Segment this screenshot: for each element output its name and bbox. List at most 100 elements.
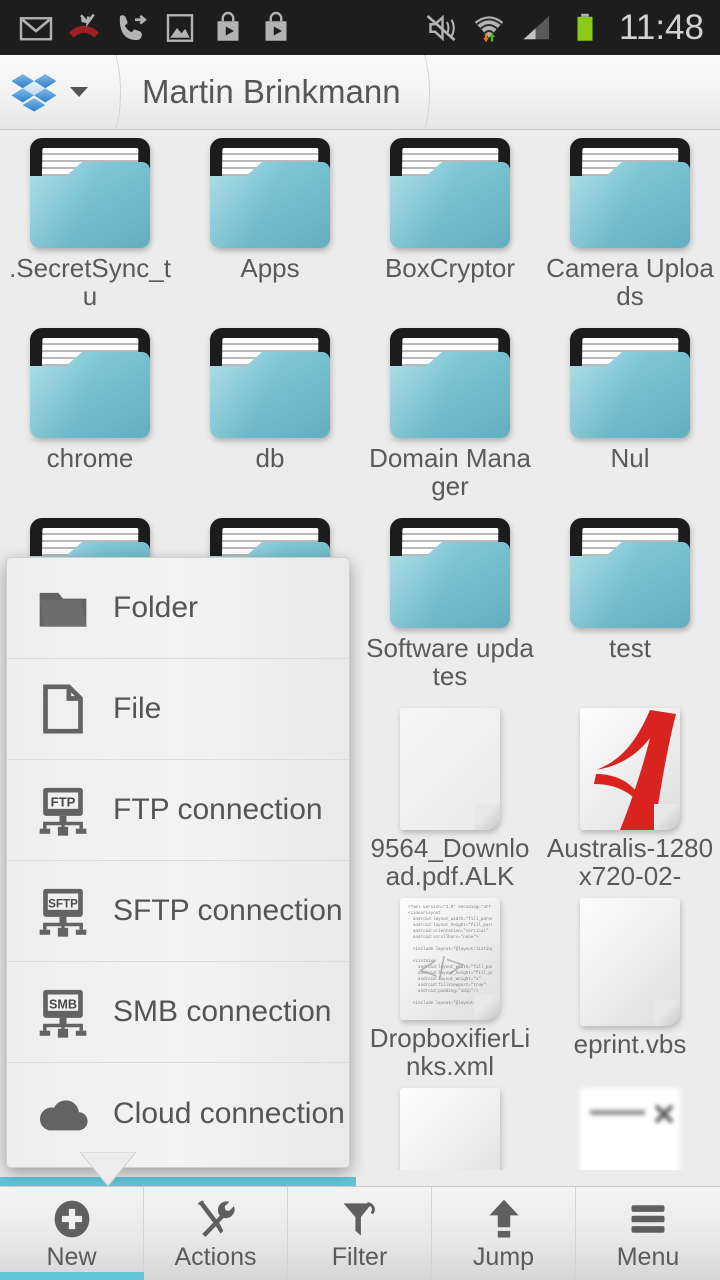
status-bar-notifications (0, 10, 294, 46)
svg-text:SMB: SMB (49, 998, 77, 1012)
menu-item-file[interactable]: File (7, 659, 349, 760)
folder-icon (208, 328, 332, 440)
play-store-icon (217, 11, 239, 41)
grid-item-label: Nul (610, 443, 650, 473)
tab-label: Menu (616, 1243, 680, 1271)
breadcrumb-separator (92, 54, 122, 130)
tab-label: Actions (174, 1243, 257, 1271)
menu-item-ftp-connection[interactable]: FTP FTP connection (7, 760, 349, 861)
file-plain-icon (400, 708, 500, 830)
menu-item-label: Cloud connection (113, 1096, 345, 1130)
menu-item-folder[interactable]: Folder (7, 558, 349, 659)
file-blurred-icon (580, 1088, 680, 1170)
grid-item-label: eprint.vbs (573, 1029, 687, 1059)
grid-item-file[interactable]: <?xml version="1.0" encoding="utf-8"?> <… (360, 890, 540, 1080)
play-store-icon-2 (265, 11, 287, 41)
chevron-down-icon[interactable] (70, 87, 88, 97)
grid-row: .SecretSync_tu Apps BoxCryptor Camera Up… (0, 130, 720, 320)
plus-circle-icon (54, 1200, 89, 1238)
wifi-icon (474, 15, 504, 42)
menu-item-label: SMB connection (113, 995, 332, 1028)
svg-text:FTP: FTP (51, 795, 76, 810)
grid-item-folder[interactable]: chrome (0, 320, 180, 510)
menu-item-label: FTP connection (113, 793, 323, 826)
grid-item-folder[interactable]: Apps (180, 130, 360, 320)
cloud-icon (39, 1099, 88, 1130)
grid-item-label: DropboxifierLinks.xml (369, 1023, 531, 1081)
grid-item-folder[interactable]: .SecretSync_tu (0, 130, 180, 320)
folder-icon (568, 328, 692, 440)
new-item-popup-menu[interactable]: Folder File FTP FTP connection SFTP SFTP… (6, 557, 350, 1168)
grid-item-file[interactable] (360, 1080, 540, 1170)
grid-item-label: db (255, 443, 285, 473)
folder-icon (568, 138, 692, 250)
grid-item-folder[interactable]: Domain Manager (360, 320, 540, 510)
grid-item-folder[interactable]: test (540, 510, 720, 700)
breadcrumb[interactable]: Martin Brinkmann (122, 73, 401, 111)
status-bar: 11:48 (0, 0, 720, 55)
grid-item-label: Australis-1280x720-02- (546, 833, 714, 891)
file-xml-icon: <?xml version="1.0" encoding="utf-8"?> <… (400, 898, 500, 1020)
breadcrumb-separator-2 (401, 54, 431, 130)
tab-label: New (46, 1243, 97, 1271)
folder-icon (28, 138, 152, 250)
folder-icon (568, 518, 692, 630)
up-arrow-icon (488, 1199, 519, 1238)
call-forward-icon (119, 14, 147, 40)
missed-call-icon (69, 13, 99, 38)
folder-icon (388, 518, 512, 630)
grid-item-file[interactable]: 9564_Download.pdf.ALK (360, 700, 540, 890)
dropbox-logo-icon[interactable] (10, 68, 58, 116)
folder-icon (28, 328, 152, 440)
menu-item-smb-connection[interactable]: SMB SMB connection (7, 962, 349, 1063)
grid-row: chrome db Domain Manager Nul (0, 320, 720, 510)
grid-item-label: Camera Uploads (546, 253, 714, 311)
mute-vibrate-icon (426, 14, 456, 41)
tab-actions[interactable]: Actions (144, 1187, 288, 1280)
grid-item-label: .SecretSync_tu (9, 253, 171, 311)
grid-item-label: Domain Manager (369, 443, 531, 501)
folder-icon (39, 592, 87, 627)
grid-item-label: 9564_Download.pdf.ALK (370, 833, 530, 891)
sftp-icon: SFTP (39, 888, 87, 937)
svg-text:SFTP: SFTP (48, 898, 78, 911)
grid-item-file[interactable]: eprint.vbs (540, 890, 720, 1080)
tab-new[interactable]: New (0, 1187, 144, 1280)
file-plain-icon (580, 898, 680, 1026)
grid-item-folder[interactable]: Camera Uploads (540, 130, 720, 320)
tab-menu[interactable]: Menu (576, 1187, 720, 1280)
folder-icon (388, 328, 512, 440)
grid-item-label: Apps (240, 253, 300, 283)
grid-item-label: BoxCryptor (384, 253, 516, 283)
folder-icon (208, 138, 332, 250)
menu-item-sftp-connection[interactable]: SFTP SFTP connection (7, 861, 349, 962)
grid-item-folder[interactable]: Software updates (360, 510, 540, 700)
grid-item-file[interactable] (540, 1080, 720, 1170)
funnel-icon (343, 1202, 375, 1236)
menu-item-cloud-connection[interactable]: Cloud connection (7, 1063, 349, 1164)
battery-icon (577, 13, 593, 41)
gallery-icon (166, 13, 194, 42)
grid-item-folder[interactable]: db (180, 320, 360, 510)
status-bar-system: 11:48 (423, 7, 720, 47)
app-title-bar: Martin Brinkmann (0, 54, 720, 130)
file-image-icon (580, 708, 680, 830)
cellular-signal-icon (523, 15, 549, 39)
bottom-tab-bar[interactable]: New Actions Filter Jump Menu (0, 1186, 720, 1280)
tools-icon (197, 1200, 235, 1237)
grid-item-file[interactable]: Australis-1280x720-02- (540, 700, 720, 890)
grid-item-label: chrome (46, 443, 134, 473)
menu-item-label: File (113, 692, 162, 725)
gmail-icon (19, 16, 53, 40)
tab-label: Jump (472, 1243, 535, 1271)
tab-jump[interactable]: Jump (432, 1187, 576, 1280)
menu-item-label: SFTP connection (113, 894, 343, 927)
ftp-icon: FTP (39, 787, 87, 836)
grid-item-folder[interactable]: Nul (540, 320, 720, 510)
folder-icon (388, 138, 512, 250)
popup-accent-line (0, 1177, 356, 1186)
grid-item-label: Software updates (366, 633, 534, 691)
grid-item-folder[interactable]: BoxCryptor (360, 130, 540, 320)
status-clock: 11:48 (619, 7, 704, 47)
tab-filter[interactable]: Filter (288, 1187, 432, 1280)
